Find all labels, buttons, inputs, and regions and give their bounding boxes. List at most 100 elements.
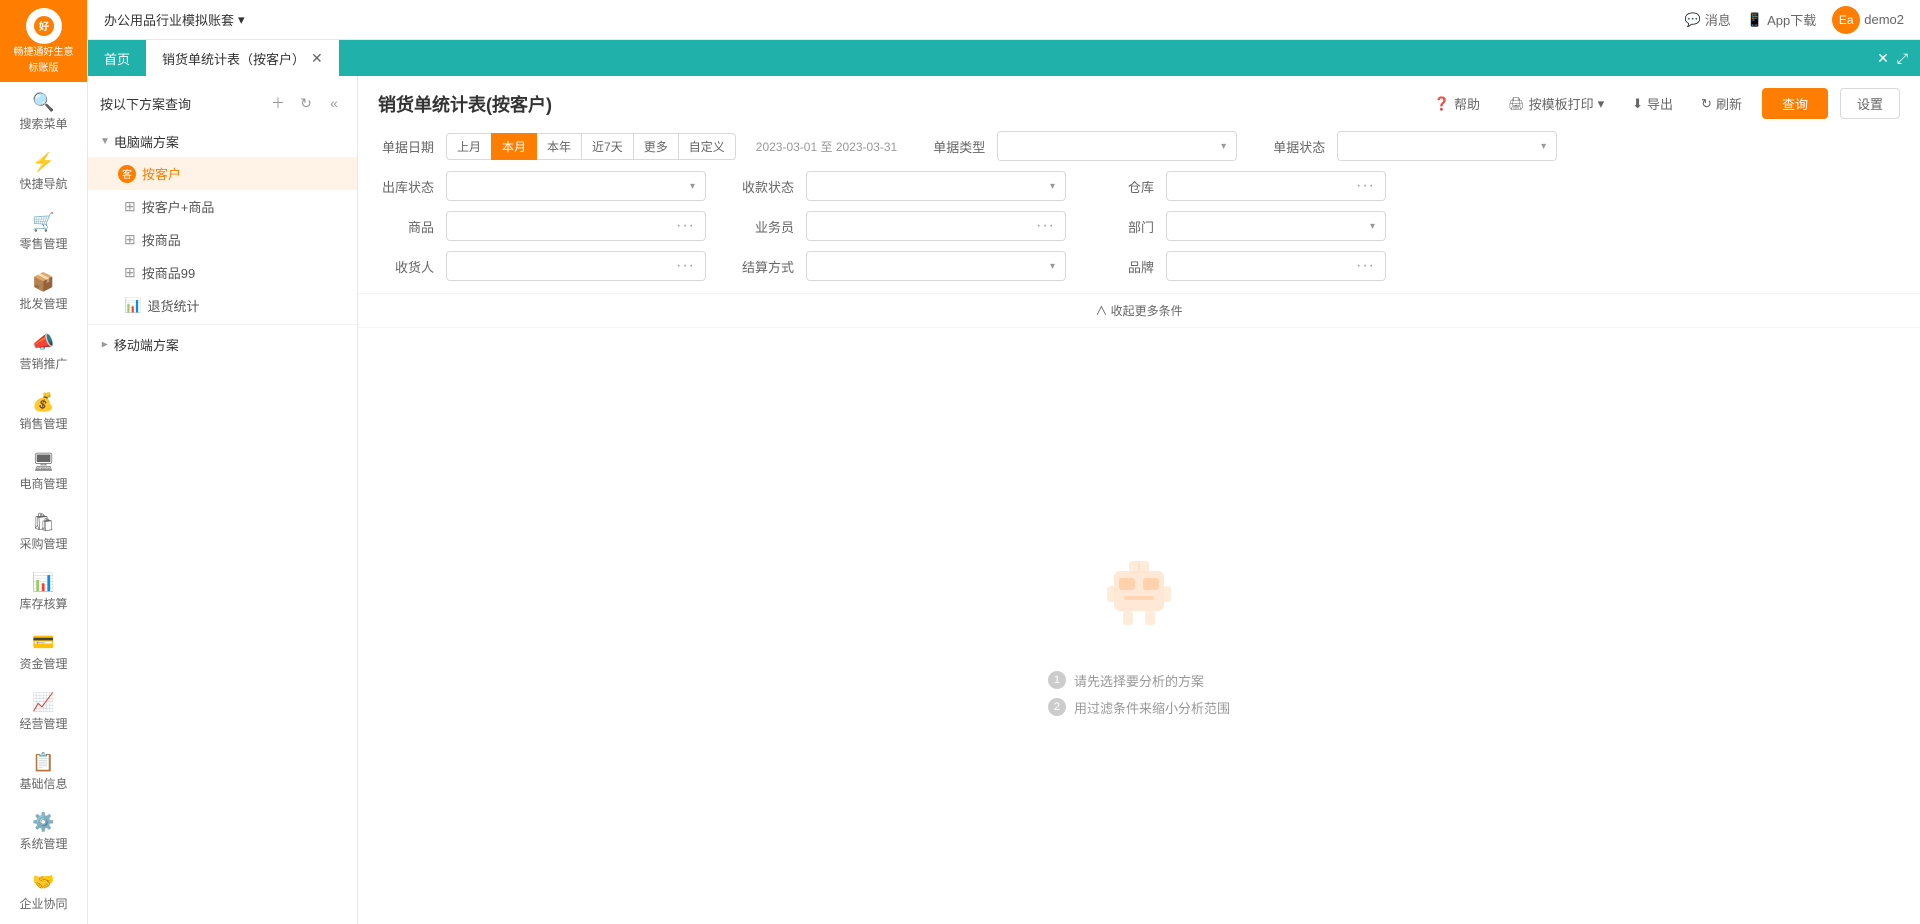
tip-num-2: 2	[1048, 698, 1066, 716]
filter-section: 单据日期 上月 本月 本年 近7天 更多 自定义 2023-03-01 至 20…	[358, 119, 1920, 293]
tab-close-btn[interactable]: ✕	[311, 50, 323, 67]
sidebar-item-basic-info[interactable]: 📋 基础信息	[0, 742, 88, 802]
wholesale-mgmt-icon: 📦	[4, 272, 84, 293]
tab-sales-stat[interactable]: 销货单统计表（按客户） ✕	[146, 40, 339, 76]
breadcrumb-text: 办公用品行业模拟账套	[104, 10, 234, 29]
date-last-month-btn[interactable]: 上月	[446, 133, 492, 160]
quick-nav-icon: ⚡	[4, 152, 84, 173]
dept-control[interactable]: ▾	[1166, 211, 1386, 241]
brand-control[interactable]: ···	[1166, 251, 1386, 281]
sidebar-item-quick-nav[interactable]: ⚡ 快捷导航	[0, 142, 88, 202]
help-icon: ❓	[1434, 96, 1450, 112]
sidebar-item-finance-mgmt[interactable]: 💳 资金管理	[0, 622, 88, 682]
receiver-label: 收货人	[378, 257, 434, 276]
product-icon: ⊞	[124, 231, 136, 248]
customer-product-icon: ⊞	[124, 198, 136, 215]
sidebar-item-enterprise-collab[interactable]: 🤝 企业协同	[0, 862, 88, 922]
print-label: 按模板打印	[1529, 94, 1594, 113]
sidebar-item-wholesale-mgmt[interactable]: 📦 批发管理	[0, 262, 88, 322]
warehouse-control[interactable]: ···	[1166, 171, 1386, 201]
scheme-subitem-by-product99[interactable]: ⊞ 按商品99	[88, 256, 357, 289]
page-title-bar: 销货单统计表(按客户) ❓ 帮助 🖨 按模板打印 ▾ ⬇ 导出	[358, 76, 1920, 119]
mobile-scheme-group-title[interactable]: ▼ 移动端方案	[88, 329, 357, 360]
date-label: 单据日期	[378, 137, 434, 156]
svg-text:好: 好	[38, 20, 49, 33]
sidebar-item-ecommerce-mgmt[interactable]: 🖥 电商管理	[0, 442, 88, 502]
scheme-subitem-return-stat[interactable]: 📊 退货统计	[88, 289, 357, 322]
settlement-control[interactable]: ▾	[806, 251, 1066, 281]
filter-row-3: 商品 ··· 业务员 ··· 部门 ▾	[378, 211, 1900, 241]
ops-mgmt-icon: 📈	[4, 692, 84, 713]
add-scheme-btn[interactable]: ＋	[267, 92, 289, 114]
sidebar-item-label-quick-nav: 快捷导航	[4, 175, 84, 192]
desktop-scheme-group-title[interactable]: ▼ 电脑端方案	[88, 126, 357, 157]
window-maximize-icon[interactable]: ⤢	[1897, 50, 1908, 67]
sidebar-logo[interactable]: 好 畅捷通好生意 标账版	[0, 0, 88, 82]
date-7days-btn[interactable]: 近7天	[581, 133, 634, 160]
employee-control[interactable]: ···	[806, 211, 1066, 241]
tab-home[interactable]: 首页	[88, 40, 146, 76]
sidebar-item-label-ecommerce-mgmt: 电商管理	[4, 475, 84, 492]
print-icon: 🖨	[1508, 96, 1525, 112]
purchase-mgmt-icon: 🛍	[4, 512, 84, 533]
refresh-btn[interactable]: ↻ 刷新	[1693, 90, 1750, 117]
sidebar-item-marketing[interactable]: 📣 营销推广	[0, 322, 88, 382]
app-download-btn[interactable]: 📱 App下载	[1747, 10, 1816, 29]
sidebar-item-purchase-mgmt[interactable]: 🛍 采购管理	[0, 502, 88, 562]
product-control[interactable]: ···	[446, 211, 706, 241]
sidebar-item-ops-mgmt[interactable]: 📈 经营管理	[0, 682, 88, 742]
date-this-month-btn[interactable]: 本月	[491, 133, 537, 160]
payment-control[interactable]: ▾	[806, 171, 1066, 201]
top-header: 办公用品行业模拟账套 ▾ 💬 消息 📱 App下载 Ea demo2	[88, 0, 1920, 40]
scheme-subitem-by-product[interactable]: ⊞ 按商品	[88, 223, 357, 256]
sidebar-item-label-enterprise-collab: 企业协同	[4, 895, 84, 912]
sales-mgmt-icon: 💰	[4, 392, 84, 413]
doc-status-control[interactable]: ▾	[1337, 131, 1557, 161]
collapse-bar[interactable]: ∧ 收起更多条件	[358, 294, 1920, 327]
logo-subtitle: 标账版	[29, 59, 59, 74]
employee-dots: ···	[1036, 217, 1055, 235]
sidebar-item-label-finance-mgmt: 资金管理	[4, 655, 84, 672]
settings-btn[interactable]: 设置	[1840, 88, 1900, 119]
date-this-year-btn[interactable]: 本年	[536, 133, 582, 160]
breadcrumb-dropdown[interactable]: 办公用品行业模拟账套 ▾	[104, 10, 245, 29]
mobile-arrow: ▼	[99, 340, 110, 350]
system-mgmt-icon: ⚙️	[4, 812, 84, 833]
sidebar-item-retail-mgmt[interactable]: 🛒 零售管理	[0, 202, 88, 262]
sidebar-item-label-marketing: 营销推广	[4, 355, 84, 372]
sidebar-item-label-retail-mgmt: 零售管理	[4, 235, 84, 252]
scheme-subitem-by-customer-product[interactable]: ⊞ 按客户+商品	[88, 190, 357, 223]
outbound-control[interactable]: ▾	[446, 171, 706, 201]
mobile-scheme-label: 移动端方案	[114, 335, 179, 354]
warehouse-label: 仓库	[1098, 177, 1154, 196]
date-more-btn[interactable]: 更多	[633, 133, 679, 160]
download-icon: 📱	[1747, 12, 1763, 28]
sidebar-item-inventory-check[interactable]: 📊 库存核算	[0, 562, 88, 622]
refresh-scheme-btn[interactable]: ↻	[295, 92, 317, 114]
collapse-scheme-btn[interactable]: «	[323, 92, 345, 114]
sidebar-item-system-mgmt[interactable]: ⚙️ 系统管理	[0, 802, 88, 862]
export-btn[interactable]: ⬇ 导出	[1624, 90, 1681, 117]
doc-type-control[interactable]: ▾	[997, 131, 1237, 161]
basic-info-icon: 📋	[4, 752, 84, 773]
sidebar-item-search-menu[interactable]: 🔍 搜索菜单	[0, 82, 88, 142]
marketing-icon: 📣	[4, 332, 84, 353]
sidebar-item-sales-mgmt[interactable]: 💰 销售管理	[0, 382, 88, 442]
help-btn[interactable]: ❓ 帮助	[1426, 90, 1488, 117]
print-btn[interactable]: 🖨 按模板打印 ▾	[1500, 90, 1612, 117]
doc-type-label: 单据类型	[929, 137, 985, 156]
sidebar-item-label-ops-mgmt: 经营管理	[4, 715, 84, 732]
scheme-item-by-customer[interactable]: 客 按客户	[88, 157, 357, 190]
message-btn[interactable]: 💬 消息	[1685, 10, 1731, 29]
date-custom-btn[interactable]: 自定义	[678, 133, 736, 160]
desktop-scheme-label: 电脑端方案	[114, 132, 179, 151]
query-btn[interactable]: 查询	[1762, 88, 1828, 119]
product-dots: ···	[676, 217, 695, 235]
receiver-control[interactable]: ···	[446, 251, 706, 281]
doc-type-arrow: ▾	[1221, 141, 1226, 152]
empty-tip-1: 1 请先选择要分析的方案	[1048, 671, 1230, 690]
window-close-icon[interactable]: ✕	[1877, 50, 1889, 67]
sidebar-item-label-sales-mgmt: 销售管理	[4, 415, 84, 432]
user-profile-btn[interactable]: Ea demo2	[1832, 6, 1904, 34]
tip-text-1: 请先选择要分析的方案	[1074, 671, 1204, 690]
